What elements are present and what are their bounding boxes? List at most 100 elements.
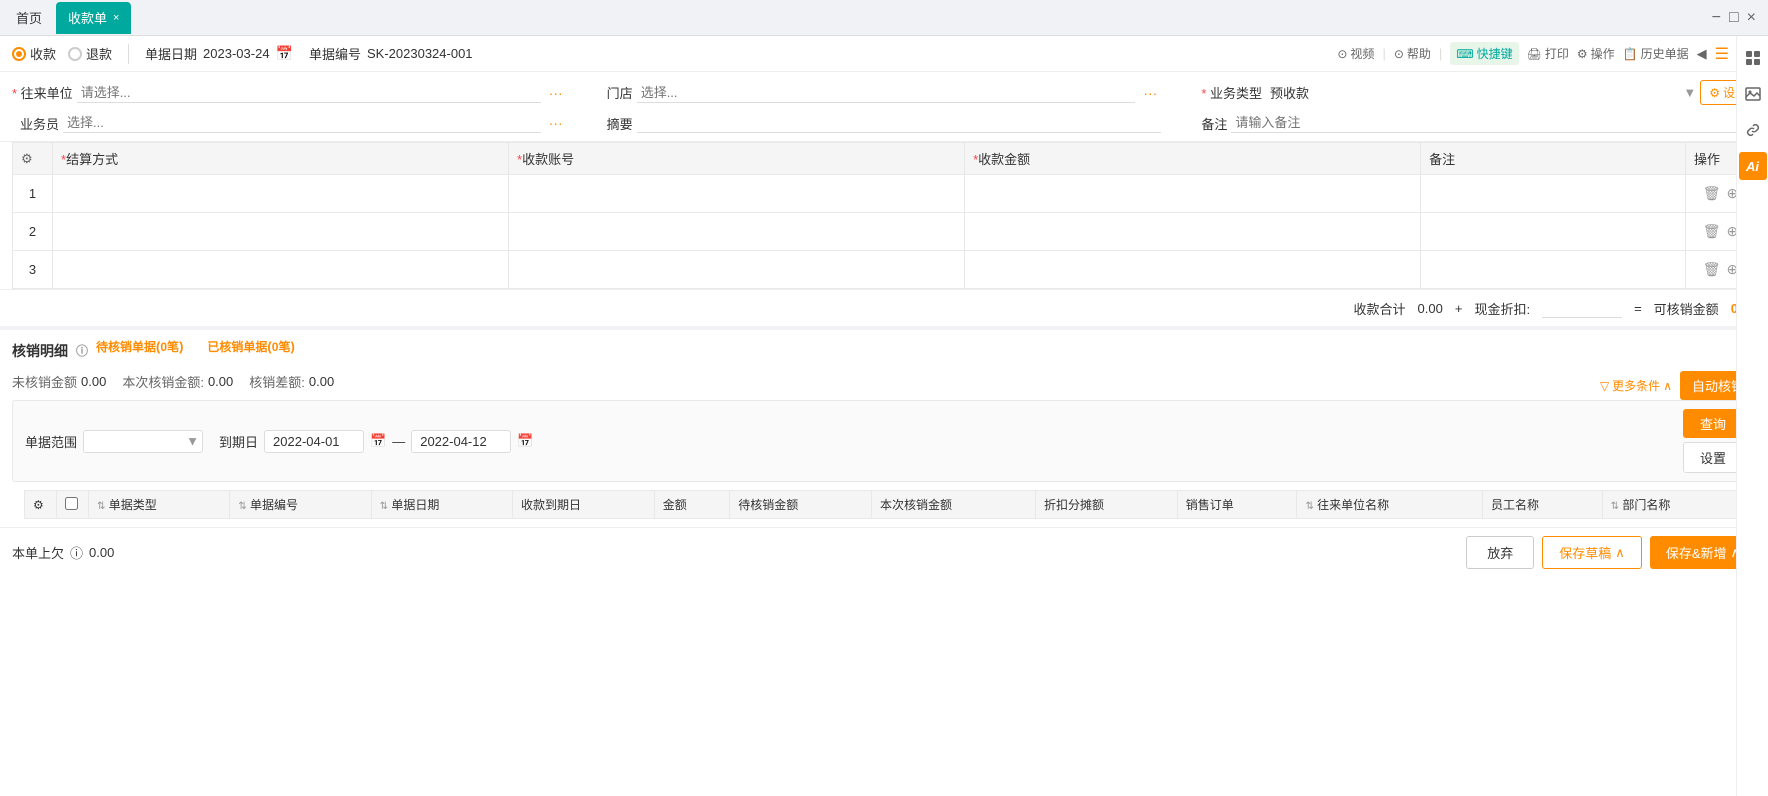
info-value: 0.00 <box>89 545 114 560</box>
info-circle-icon[interactable]: ⓘ <box>70 543 83 562</box>
tab-receipts-label: 收款单 <box>68 8 107 27</box>
bottom-bar: 本单上欠 ⓘ 0.00 放弃 保存草稿 ∧ 保存&新增 ∧ <box>0 527 1768 577</box>
print-button[interactable]: 🖨 打印 <box>1527 45 1569 62</box>
col-settle-method: *结算方式 <box>53 143 509 175</box>
row-2-amount[interactable] <box>965 213 1421 251</box>
refund-radio[interactable]: 退款 <box>68 44 112 63</box>
receipt-radio[interactable]: 收款 <box>12 44 56 63</box>
bottom-col-current: 本次核销金额 <box>872 491 1036 519</box>
sidebar-link-icon[interactable] <box>1739 116 1767 144</box>
discount-input[interactable] <box>1542 298 1622 318</box>
minimize-button[interactable]: − <box>1712 9 1721 27</box>
row-1-settle[interactable] <box>53 175 509 213</box>
sidebar-image-icon[interactable] <box>1739 80 1767 108</box>
pending-tab[interactable]: 待核销单据(0笔) <box>96 338 183 355</box>
bottom-col-due-date: 收款到期日 <box>512 491 654 519</box>
row-1-remark[interactable] <box>1421 175 1686 213</box>
tab-home[interactable]: 首页 <box>4 2 54 34</box>
equals-sign: = <box>1634 301 1642 316</box>
close-button[interactable]: × <box>1747 9 1756 27</box>
filter-row: 单据范围 ▼ 到期日 📅 — 📅 查询 <box>12 400 1756 482</box>
bottom-settings-icon[interactable]: ⚙ <box>33 498 44 512</box>
select-all-checkbox[interactable] <box>65 497 78 510</box>
shop-more-icon[interactable]: ··· <box>1139 85 1161 101</box>
right-sidebar: Ai <box>1736 36 1768 796</box>
unverified-stat: 未核销金额 0.00 <box>12 372 106 391</box>
number-label: 单据编号 <box>309 44 361 63</box>
verification-section: 核销明细 ⓘ 待核销单据(0笔) 已核销单据(0笔) 未核销金额 0.00 <box>0 326 1768 527</box>
table-row: 3 🗑 ⊕ <box>13 251 1756 289</box>
col-amount: *收款金额 <box>965 143 1421 175</box>
date-filter: 到期日 📅 — 📅 <box>219 430 533 453</box>
bottom-col-amount: 金额 <box>654 491 730 519</box>
row-2-settle[interactable] <box>53 213 509 251</box>
layout-icon-1[interactable]: ☰ <box>1715 44 1729 64</box>
history-button[interactable]: 📋 历史单据 <box>1623 45 1689 62</box>
print-icon: 🖨 <box>1527 47 1542 61</box>
row-1-amount[interactable] <box>965 175 1421 213</box>
tab-receipts[interactable]: 收款单 × <box>56 2 131 34</box>
bottom-col-pending: 待核销金额 <box>730 491 872 519</box>
tab-close-icon[interactable]: × <box>113 12 119 24</box>
row-3-index: 3 <box>13 251 53 289</box>
business-type-chevron[interactable]: ▼ <box>1683 85 1696 100</box>
maximize-button[interactable]: □ <box>1729 9 1739 27</box>
row-3-account[interactable] <box>509 251 965 289</box>
row-3-settle[interactable] <box>53 251 509 289</box>
help-button[interactable]: ⊙ 帮助 <box>1394 45 1431 62</box>
table-settings-icon[interactable]: ⚙ <box>21 151 33 166</box>
info-icon[interactable]: ⓘ <box>76 342 88 359</box>
date-label: 到期日 <box>219 432 258 451</box>
remark-input[interactable] <box>1231 113 1756 133</box>
bottom-col-checkbox <box>57 491 89 519</box>
form-row-1: 往来单位 ··· 门店 ··· 业务类型 预收款 ▼ ⚙ 设置 <box>12 80 1756 105</box>
calendar-end-icon[interactable]: 📅 <box>517 433 533 449</box>
receipt-type-group: 收款 退款 <box>12 44 112 63</box>
calendar-start-icon[interactable]: 📅 <box>370 433 386 449</box>
business-type-value: 预收款 <box>1266 81 1679 104</box>
sidebar-table-icon[interactable] <box>1739 44 1767 72</box>
row-3-delete-icon[interactable]: 🗑 <box>1703 261 1721 278</box>
row-1-account[interactable] <box>509 175 965 213</box>
date-dash: — <box>392 434 405 449</box>
divider-1 <box>128 44 129 64</box>
video-button[interactable]: ⊙ 视频 <box>1337 45 1374 62</box>
shortcut-button[interactable]: ⌨ 快捷键 <box>1450 42 1518 65</box>
bottom-table-section: ⚙ ⇅ 单据类型 ⇅ 单据编号 <box>12 490 1756 519</box>
range-select-wrapper: ▼ <box>83 430 203 453</box>
row-2-account[interactable] <box>509 213 965 251</box>
summary-input[interactable] <box>637 113 1162 133</box>
row-1-delete-icon[interactable]: 🗑 <box>1703 185 1721 202</box>
section-title: 核销明细 ⓘ 待核销单据(0笔) 已核销单据(0笔) <box>12 338 1756 363</box>
staff-more-icon[interactable]: ··· <box>545 115 567 131</box>
date-start-input[interactable] <box>264 430 364 453</box>
bottom-table: ⚙ ⇅ 单据类型 ⇅ 单据编号 <box>24 490 1744 519</box>
query-button[interactable]: 查询 <box>1683 409 1743 438</box>
more-conditions-button[interactable]: ▽ 更多条件 ∧ <box>1600 377 1672 394</box>
calendar-icon[interactable]: 📅 <box>276 45 293 62</box>
form-area: 往来单位 ··· 门店 ··· 业务类型 预收款 ▼ ⚙ 设置 <box>0 72 1768 142</box>
shop-input[interactable] <box>637 83 1136 103</box>
row-2-delete-icon[interactable]: 🗑 <box>1703 223 1721 240</box>
staff-input[interactable] <box>63 113 541 133</box>
prev-arrow[interactable]: ◀ <box>1697 46 1707 62</box>
refund-radio-dot <box>68 47 82 61</box>
staff-label: 业务员 <box>12 114 59 133</box>
operation-icon: ⚙ <box>1577 47 1588 61</box>
save-draft-button[interactable]: 保存草稿 ∧ <box>1542 536 1642 569</box>
range-select[interactable] <box>83 430 203 453</box>
range-label: 单据范围 <box>25 432 77 451</box>
operation-button[interactable]: ⚙ 操作 <box>1577 45 1615 62</box>
partner-input[interactable] <box>77 83 541 103</box>
partner-more-icon[interactable]: ··· <box>545 85 567 101</box>
verified-tab[interactable]: 已核销单据(0笔) <box>207 338 294 355</box>
date-end-input[interactable] <box>411 430 511 453</box>
abandon-button[interactable]: 放弃 <box>1466 536 1534 569</box>
row-3-amount[interactable] <box>965 251 1421 289</box>
tab-home-label: 首页 <box>16 8 42 27</box>
sidebar-ai-icon[interactable]: Ai <box>1739 152 1767 180</box>
filter-settings-button[interactable]: 设置 <box>1683 442 1743 473</box>
row-3-remark[interactable] <box>1421 251 1686 289</box>
row-2-remark[interactable] <box>1421 213 1686 251</box>
date-label: 单据日期 <box>145 44 197 63</box>
